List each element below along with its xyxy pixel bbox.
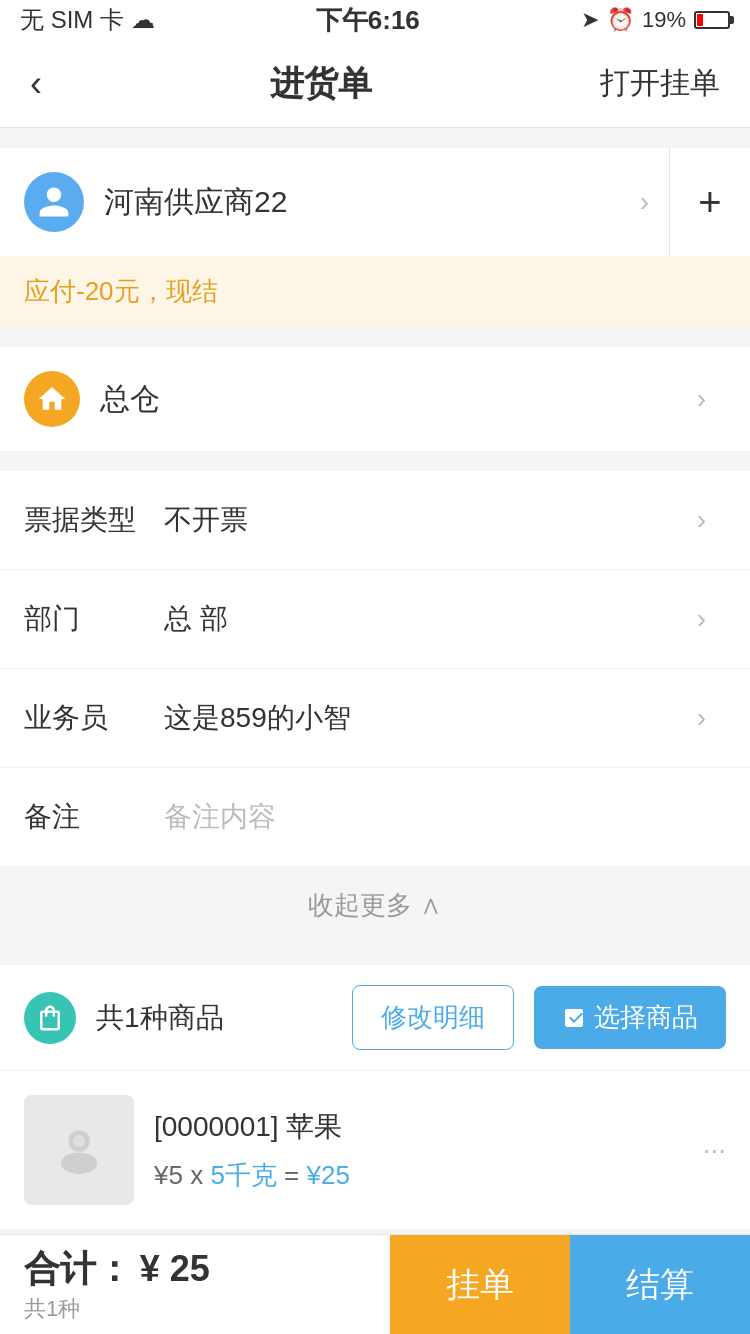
total-sub: 共1种 (24, 1294, 366, 1324)
invoice-type-value: 不开票 (144, 501, 677, 539)
supplier-section: 河南供应商22 › + (0, 148, 750, 256)
notice-bar: 应付-20元，现结 (0, 256, 750, 327)
total-amount: ¥ 25 (140, 1248, 210, 1289)
salesperson-row[interactable]: 业务员 这是859的小智 › (0, 669, 750, 768)
alarm-icon: ⏰ (607, 7, 634, 33)
bottom-bar: 合计： ¥ 25 共1种 挂单 结算 (0, 1234, 750, 1334)
status-left: 无 SIM 卡 ☁ (20, 4, 155, 36)
invoice-type-row[interactable]: 票据类型 不开票 › (0, 471, 750, 570)
back-button[interactable]: ‹ (30, 63, 42, 105)
page-title: 进货单 (270, 61, 372, 107)
edit-detail-button[interactable]: 修改明细 (352, 985, 514, 1050)
remark-value[interactable]: 备注内容 (144, 798, 726, 836)
gap-1 (0, 128, 750, 148)
product-price: ¥5 x 5千克 = ¥25 (154, 1158, 683, 1193)
add-supplier-button[interactable]: + (670, 148, 750, 256)
salesperson-chevron-icon: › (677, 702, 726, 734)
collapse-button[interactable]: 收起更多 ∧ (0, 866, 750, 945)
status-right: ➤ ⏰ 19% (581, 7, 730, 33)
gap-2 (0, 945, 750, 965)
battery-icon (694, 11, 730, 29)
product-item-0: [0000001] 苹果 ¥5 x 5千克 = ¥25 ··· (0, 1070, 750, 1229)
open-hang-button[interactable]: 打开挂单 (600, 63, 720, 104)
battery-percent: 19% (642, 7, 686, 33)
product-quantity: 5千克 (210, 1160, 276, 1190)
shopping-bag-icon (35, 1003, 65, 1033)
product-name: [0000001] 苹果 (154, 1108, 683, 1146)
nav-bar: ‹ 进货单 打开挂单 (0, 40, 750, 128)
select-product-icon (562, 1006, 586, 1030)
product-placeholder-icon (49, 1120, 109, 1180)
svg-point-1 (61, 1152, 97, 1174)
salesperson-label: 业务员 (24, 699, 144, 737)
warehouse-icon (24, 371, 80, 427)
checkout-button[interactable]: 结算 (570, 1235, 750, 1334)
warehouse-name: 总仓 (100, 379, 677, 420)
remark-row[interactable]: 备注 备注内容 (0, 768, 750, 866)
hang-button[interactable]: 挂单 (390, 1235, 570, 1334)
supplier-chevron-icon: › (620, 186, 669, 218)
total-main: 合计： ¥ 25 (24, 1245, 366, 1294)
status-time: 下午6:16 (316, 3, 420, 38)
supplier-avatar (24, 172, 84, 232)
invoice-type-chevron-icon: › (677, 504, 726, 536)
remark-label: 备注 (24, 798, 144, 836)
salesperson-value: 这是859的小智 (144, 699, 677, 737)
select-product-label: 选择商品 (594, 1000, 698, 1035)
form-section: 票据类型 不开票 › 部门 总 部 › 业务员 这是859的小智 › 备注 备注… (0, 471, 750, 866)
home-icon (36, 383, 68, 415)
product-total: ¥25 (307, 1160, 350, 1190)
department-value: 总 部 (144, 600, 677, 638)
location-icon: ➤ (581, 7, 599, 33)
warehouse-chevron-icon: › (677, 383, 726, 415)
warehouse-selector[interactable]: 总仓 › (0, 347, 750, 451)
department-row[interactable]: 部门 总 部 › (0, 570, 750, 669)
person-icon (36, 184, 72, 220)
product-equals: = (284, 1160, 306, 1190)
invoice-type-label: 票据类型 (24, 501, 144, 539)
total-label: 合计： (24, 1248, 132, 1289)
product-info: [0000001] 苹果 ¥5 x 5千克 = ¥25 (154, 1108, 683, 1193)
supplier-selector[interactable]: 河南供应商22 › (0, 148, 670, 256)
supplier-name: 河南供应商22 (104, 182, 620, 223)
product-multiply: x (190, 1160, 210, 1190)
product-more-button[interactable]: ··· (703, 1134, 726, 1166)
products-header: 共1种商品 修改明细 选择商品 (0, 965, 750, 1070)
total-section: 合计： ¥ 25 共1种 (0, 1235, 390, 1334)
select-product-button[interactable]: 选择商品 (534, 986, 726, 1049)
products-count: 共1种商品 (96, 999, 332, 1037)
department-label: 部门 (24, 600, 144, 638)
sim-status: 无 SIM 卡 ☁ (20, 4, 155, 36)
product-unit-price: ¥5 (154, 1160, 183, 1190)
department-chevron-icon: › (677, 603, 726, 635)
products-icon (24, 992, 76, 1044)
status-bar: 无 SIM 卡 ☁ 下午6:16 ➤ ⏰ 19% (0, 0, 750, 40)
product-thumbnail (24, 1095, 134, 1205)
svg-point-2 (73, 1135, 85, 1147)
